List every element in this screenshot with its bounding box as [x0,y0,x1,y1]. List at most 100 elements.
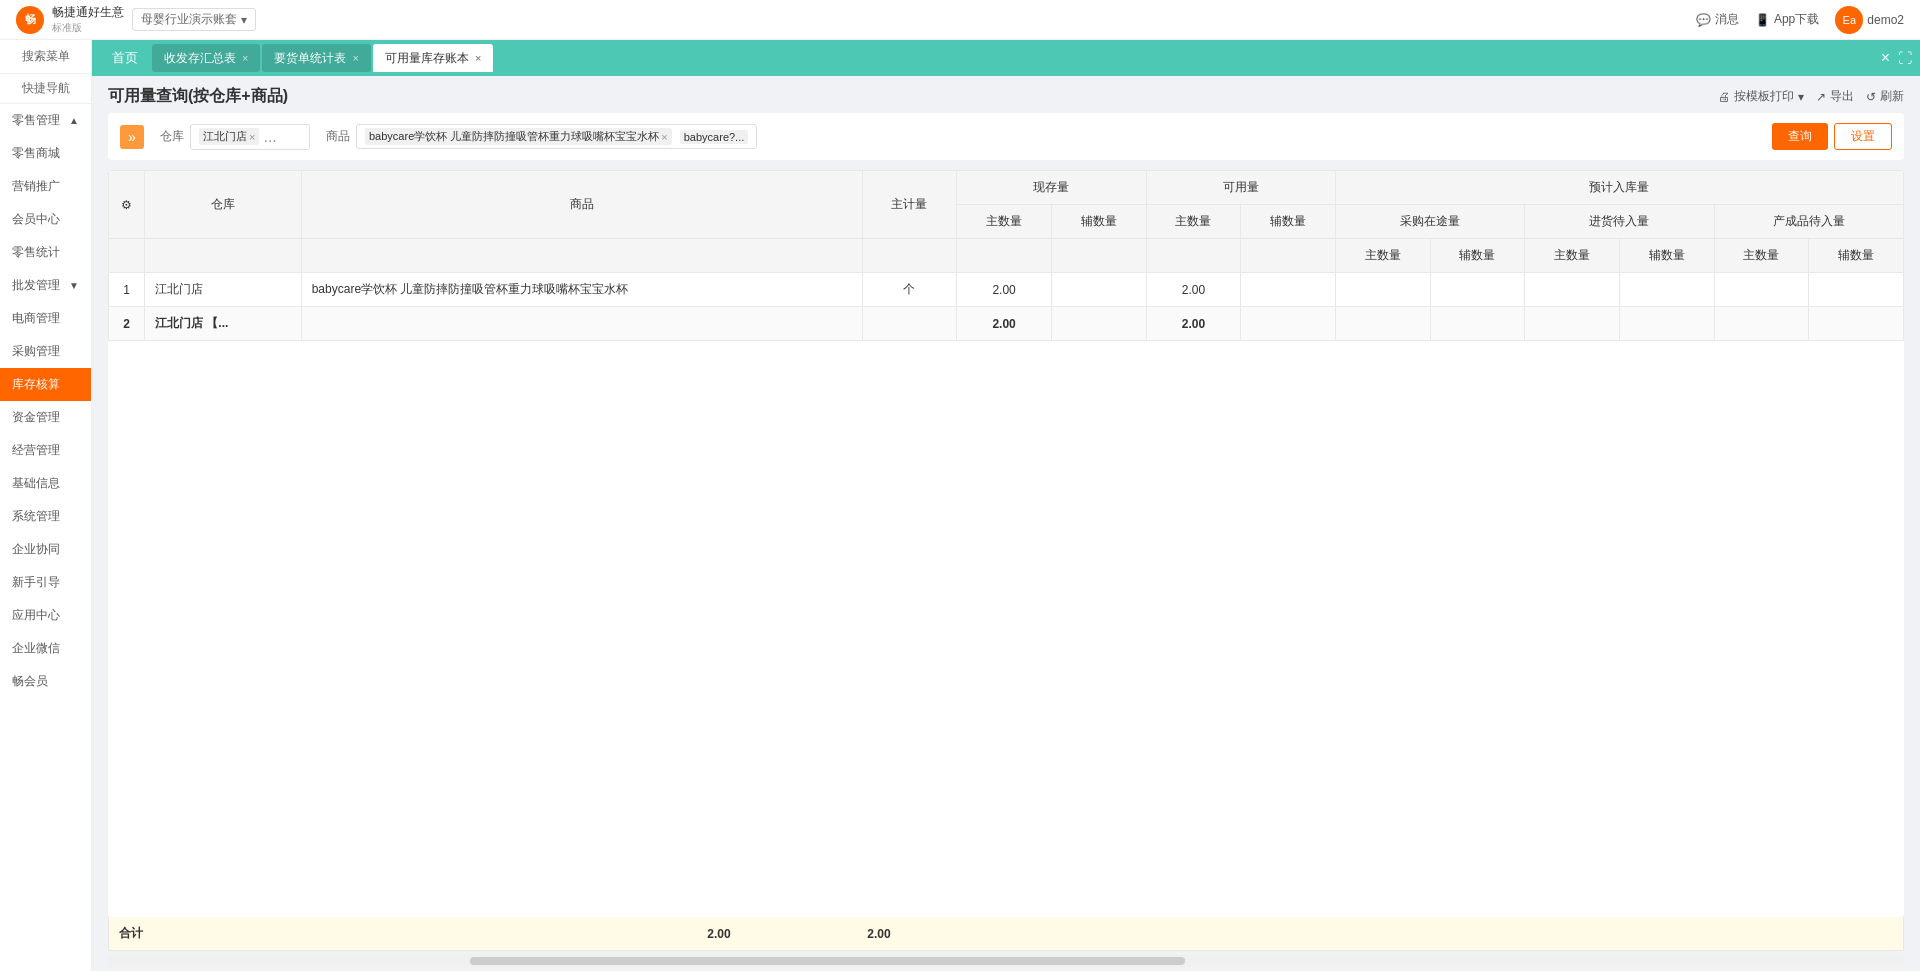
filter-expand-btn[interactable]: » [120,125,144,149]
sidebar-item-wholesale[interactable]: 批发管理 ▼ [0,269,91,302]
row-finished-main [1714,273,1809,307]
tab-inventory-book[interactable]: 可用量库存账本 × [373,44,493,72]
sidebar-item-inventory[interactable]: 库存核算 [0,368,91,401]
inventory-table: ⚙ 仓库 商品 主计量 现存量 可用量 预计入库量 主数量 辅数量 主数量 [108,170,1904,341]
tab-collect-pay[interactable]: 收发存汇总表 × [152,44,260,72]
sidebar-item-label: 企业协同 [12,541,83,558]
tab-home[interactable]: 首页 [100,44,150,72]
user-menu[interactable]: Ea demo2 [1835,6,1904,34]
sidebar-item-label: 资金管理 [12,409,83,426]
top-header: 畅 畅捷通好生意 标准版 母婴行业演示账套 ▾ 💬 消息 📱 App下载 Ea … [0,0,1920,40]
sidebar-item-label: 电商管理 [12,310,83,327]
chevron-icon: ▲ [69,115,79,126]
avatar: Ea [1835,6,1863,34]
brand-info: 畅捷通好生意 标准版 [52,4,124,35]
warehouse-column-header: 仓库 [145,171,302,239]
warehouse-label: 仓库 [160,128,184,145]
horizontal-scrollbar[interactable] [108,955,1904,967]
sidebar-item-marketing[interactable]: 营销推广 [0,170,91,203]
available-header: 可用量 [1146,171,1335,205]
tab-close-icon[interactable]: × [352,52,358,64]
goods-pending-main-header: 主数量 [1525,239,1620,273]
header-left: 畅 畅捷通好生意 标准版 母婴行业演示账套 ▾ [16,4,256,35]
warehouse-filter: 仓库 江北门店 × ... [160,124,310,150]
message-btn[interactable]: 💬 消息 [1696,11,1739,28]
tab-close-icon[interactable]: × [475,52,481,64]
refresh-btn[interactable]: ↺ 刷新 [1866,88,1904,105]
stock-main-qty-header: 主数量 [957,205,1052,239]
fullscreen-icon[interactable]: ⛶ [1898,50,1912,66]
purchase-transit-subheader: 采购在途量 [1335,205,1524,239]
tab-close-icon[interactable]: × [242,52,248,64]
purchase-transit-aux-header: 辅数量 [1430,239,1525,273]
row-goods-pending-main [1525,273,1620,307]
warehouse-input[interactable]: 江北门店 × ... [190,124,310,150]
industry-selector[interactable]: 母婴行业演示账套 ▾ [132,8,256,31]
sidebar-item-label: 系统管理 [12,508,83,525]
table-container: ⚙ 仓库 商品 主计量 现存量 可用量 预计入库量 主数量 辅数量 主数量 [108,170,1904,917]
page-title-bar: 可用量查询(按仓库+商品) 🖨 按模板打印 ▾ ↗ 导出 ↺ 刷新 [92,76,1920,113]
phone-icon: 📱 [1755,13,1770,27]
sidebar-item-guide[interactable]: 新手引导 [0,566,91,599]
sidebar-item-label: 应用中心 [12,607,83,624]
sidebar-quick-nav[interactable]: 快捷导航 [0,74,91,104]
sidebar-item-label: 会员中心 [12,211,83,228]
sidebar-item-enterprise[interactable]: 企业协同 [0,533,91,566]
product-label: 商品 [326,128,350,145]
close-all-icon[interactable]: × [1881,49,1890,67]
sidebar: 搜索菜单 快捷导航 零售管理 ▲ 零售商城 营销推广 会员中心 零售统计 批发管… [0,40,92,971]
page-title: 可用量查询(按仓库+商品) [108,86,288,107]
filter-actions: 查询 设置 [1772,123,1892,150]
tab-order-stats[interactable]: 要货单统计表 × [262,44,370,72]
sidebar-item-basic[interactable]: 基础信息 [0,467,91,500]
sidebar-item-operations[interactable]: 经营管理 [0,434,91,467]
row-fg-main-subtotal [1714,307,1809,341]
warehouse-tag-close[interactable]: × [249,131,255,143]
sidebar-item-enterprise-wechat[interactable]: 企业微信 [0,632,91,665]
settings-column-header[interactable]: ⚙ [109,171,145,239]
product-filter: 商品 babycare学饮杯 儿童防摔防撞吸管杯重力球吸嘴杯宝宝水杯 × bab… [326,124,757,149]
edition-label: 标准版 [52,21,124,35]
sidebar-item-zero-retail[interactable]: 零售管理 ▲ [0,104,91,137]
row-avail-main: 2.00 [1146,273,1241,307]
settings-btn[interactable]: 设置 [1834,123,1892,150]
row-purchase-transit-main [1335,273,1430,307]
row-finished-aux [1809,273,1904,307]
sidebar-item-label: 企业微信 [12,640,83,657]
table-row: 1 江北门店 babycare学饮杯 儿童防摔防撞吸管杯重力球吸嘴杯宝宝水杯 个… [109,273,1904,307]
sidebar-item-member2[interactable]: 畅会员 [0,665,91,698]
row-avail-aux-subtotal [1241,307,1336,341]
sidebar-item-label: 畅会员 [12,673,83,690]
logo-icon: 畅 [16,6,44,34]
main-unit-column-header: 主计量 [862,171,957,239]
sidebar-item-ecommerce[interactable]: 电商管理 [0,302,91,335]
sidebar-item-label: 批发管理 [12,277,60,294]
sidebar-item-retail-stats[interactable]: 零售统计 [0,236,91,269]
sidebar-item-label: 零售商城 [12,145,83,162]
sidebar-item-app-center[interactable]: 应用中心 [0,599,91,632]
sidebar-search[interactable]: 搜索菜单 [0,40,91,74]
refresh-icon: ↺ [1866,90,1876,104]
query-btn[interactable]: 查询 [1772,123,1828,150]
export-btn[interactable]: ↗ 导出 [1816,88,1854,105]
scroll-thumb[interactable] [470,957,1185,965]
sidebar-item-retail-mall[interactable]: 零售商城 [0,137,91,170]
row-stock-aux-subtotal [1051,307,1146,341]
sidebar-item-member[interactable]: 会员中心 [0,203,91,236]
warehouse-more-icon[interactable]: ... [263,128,276,146]
print-template-btn[interactable]: 🖨 按模板打印 ▾ [1718,88,1804,105]
header-right: 💬 消息 📱 App下载 Ea demo2 [1696,6,1904,34]
product-tag1-close[interactable]: × [661,131,667,143]
sidebar-item-finance[interactable]: 资金管理 [0,401,91,434]
sidebar-item-system[interactable]: 系统管理 [0,500,91,533]
product-input[interactable]: babycare学饮杯 儿童防摔防撞吸管杯重力球吸嘴杯宝宝水杯 × babyca… [356,124,757,149]
export-icon: ↗ [1816,90,1826,104]
stock-aux-qty-header: 辅数量 [1051,205,1146,239]
app-download-btn[interactable]: 📱 App下载 [1755,11,1819,28]
sidebar-item-label: 零售管理 [12,112,60,129]
product-tag2: babycare?... [680,130,749,144]
chevron-down-icon: ▾ [1798,90,1804,104]
sidebar-item-purchase[interactable]: 采购管理 [0,335,91,368]
warehouse-tag: 江北门店 × [199,128,259,145]
row-unit-subtotal [862,307,957,341]
